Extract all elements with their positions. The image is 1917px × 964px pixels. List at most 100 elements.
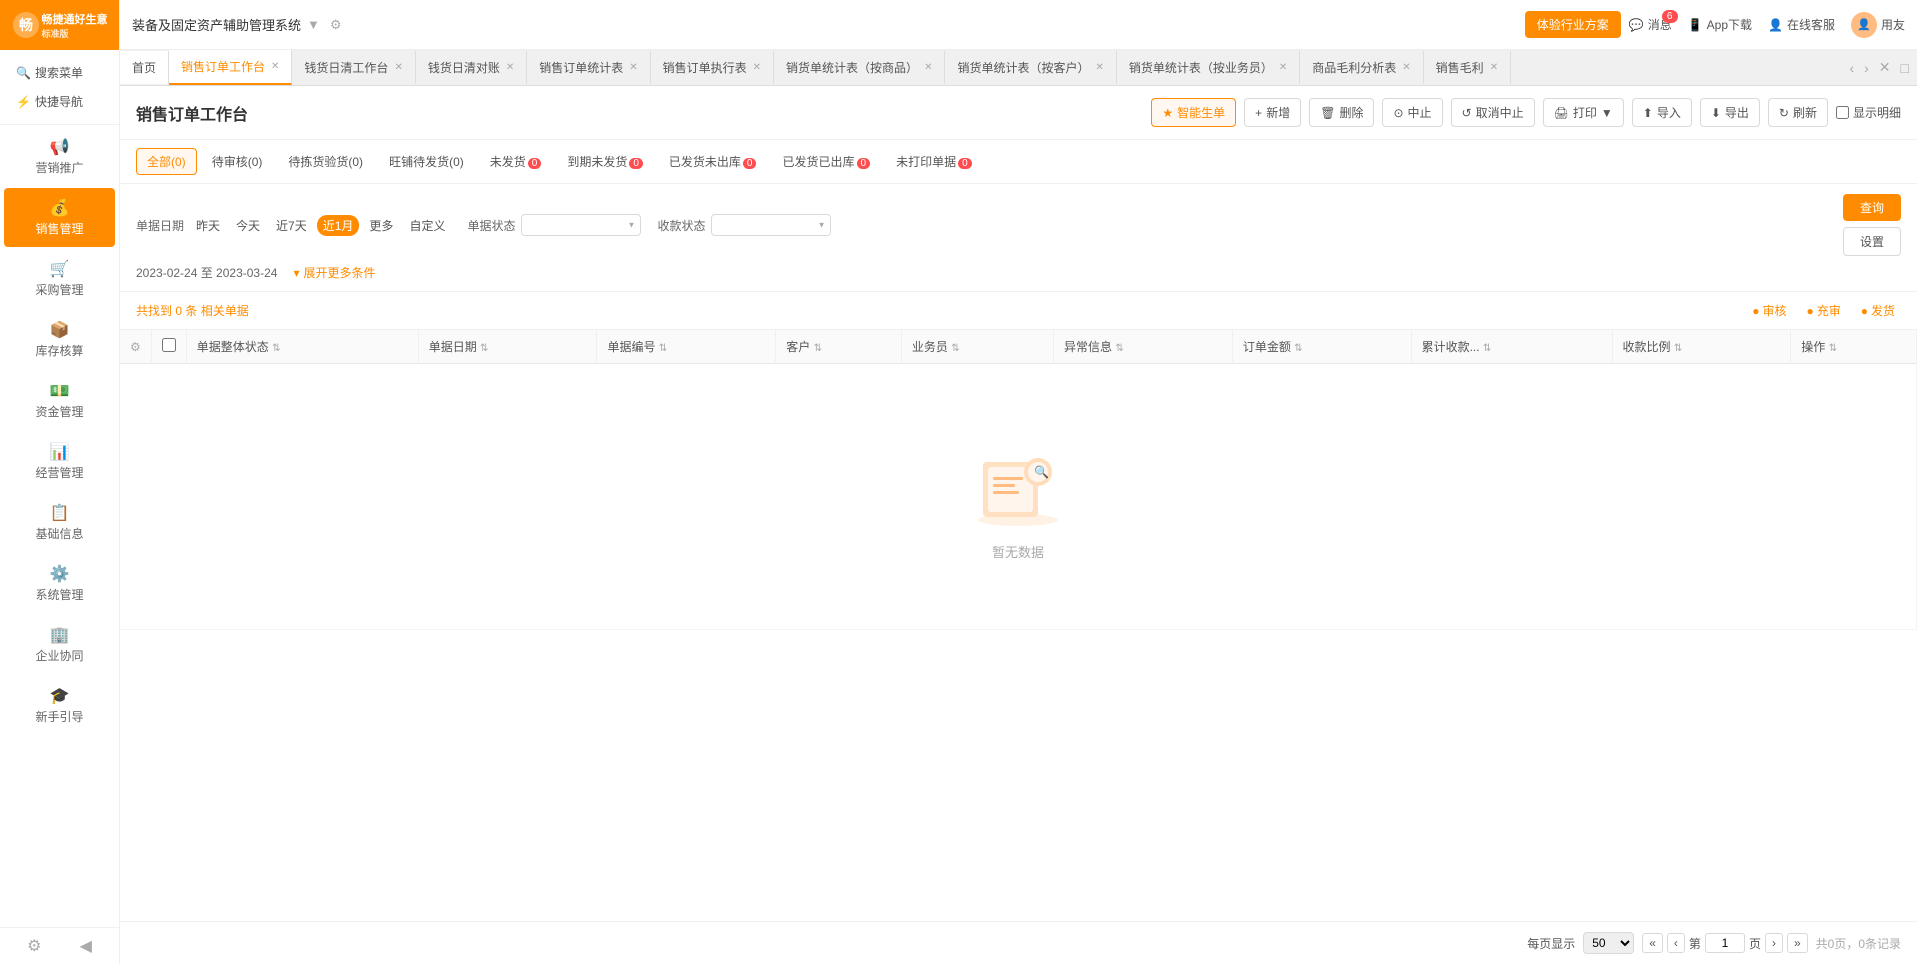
search-menu-item[interactable]: 🔍 搜索菜单 — [8, 58, 111, 87]
print-button[interactable]: 🖨 打印 ▼ — [1543, 98, 1624, 127]
smart-generate-button[interactable]: ★ 智能生单 — [1151, 98, 1236, 127]
tab-close-product-margin[interactable]: ✕ — [1402, 62, 1410, 73]
date-option-更多[interactable]: 更多 — [363, 215, 399, 236]
sort-icon-operation[interactable]: ⇅ — [1829, 343, 1837, 354]
tab-close-all-button[interactable]: ✕ — [1875, 57, 1895, 78]
page-size-select[interactable]: 102050100 — [1583, 932, 1634, 954]
tab-cash-daily-workspace[interactable]: 钱货日清工作台✕ — [292, 51, 415, 84]
tab-cash-daily-account[interactable]: 钱货日清对账✕ — [416, 51, 527, 84]
ship-button[interactable]: ● 发货 — [1855, 300, 1901, 321]
sidebar-item-operation[interactable]: 📊经营管理 — [4, 432, 115, 491]
subtab-all[interactable]: 全部(0) — [136, 148, 197, 175]
column-settings-icon[interactable]: ⚙ — [130, 340, 141, 354]
subtab-not-shipped[interactable]: 未发货0 — [479, 148, 553, 175]
first-page-button[interactable]: « — [1642, 933, 1663, 953]
tab-prev-button[interactable]: ‹ — [1845, 58, 1858, 78]
settings-icon[interactable]: ⚙ — [27, 936, 41, 956]
tab-close-cash-daily-workspace[interactable]: ✕ — [394, 62, 402, 73]
tab-close-sales-order-exec[interactable]: ✕ — [753, 62, 761, 73]
show-detail-label[interactable]: 显示明细 — [1836, 104, 1901, 121]
date-option-今天[interactable]: 今天 — [230, 215, 266, 236]
date-option-近7天[interactable]: 近7天 — [270, 215, 313, 236]
subtab-shipped-out[interactable]: 已发货已出库0 — [771, 148, 881, 175]
tab-close-sales-stats-product[interactable]: ✕ — [924, 62, 932, 73]
topbar-dropdown-icon[interactable]: ▼ — [307, 17, 320, 32]
tab-next-button[interactable]: › — [1860, 58, 1873, 78]
status-select[interactable] — [521, 214, 641, 236]
payment-select[interactable] — [711, 214, 831, 236]
set-button[interactable]: 设置 — [1843, 227, 1901, 256]
tab-sales-profit[interactable]: 销售毛利✕ — [1424, 51, 1511, 84]
sidebar-item-sales[interactable]: 💰销售管理 — [4, 188, 115, 247]
sidebar-item-marketing[interactable]: 📢营销推广 — [4, 127, 115, 186]
online-service-item[interactable]: 👤 在线客服 — [1768, 16, 1835, 33]
tab-sales-order-stats[interactable]: 销售订单统计表✕ — [527, 51, 650, 84]
sort-icon-customer[interactable]: ⇅ — [814, 343, 822, 354]
audit-button[interactable]: ● 审核 — [1746, 300, 1792, 321]
tab-close-sales-order-workspace[interactable]: ✕ — [271, 61, 279, 72]
subtab-expired-not-shipped[interactable]: 到期未发货0 — [556, 148, 654, 175]
tab-close-sales-stats-staff[interactable]: ✕ — [1279, 62, 1287, 73]
subtab-shipped-not-out[interactable]: 已发货未出库0 — [658, 148, 768, 175]
stop-button[interactable]: ⊙ 中止 — [1382, 98, 1442, 127]
subtab-not-printed[interactable]: 未打印单据0 — [885, 148, 983, 175]
sort-icon-number[interactable]: ⇅ — [659, 343, 667, 354]
sort-icon-date[interactable]: ⇅ — [480, 343, 488, 354]
sidebar-item-inventory[interactable]: 📦库存核算 — [4, 310, 115, 369]
show-detail-checkbox[interactable] — [1836, 106, 1849, 119]
page-number-input[interactable] — [1705, 933, 1745, 953]
revoke-audit-button[interactable]: ● 充审 — [1800, 300, 1846, 321]
select-all-checkbox[interactable] — [162, 338, 176, 352]
subtab-wangpu-pending[interactable]: 旺铺待发货(0) — [378, 148, 475, 175]
quick-nav-item[interactable]: ⚡ 快捷导航 — [8, 87, 111, 116]
tab-sales-order-exec[interactable]: 销售订单执行表✕ — [651, 51, 774, 84]
last-page-button[interactable]: » — [1787, 933, 1808, 953]
sort-icon-received[interactable]: ⇅ — [1483, 343, 1491, 354]
date-option-自定义[interactable]: 自定义 — [403, 215, 451, 236]
message-icon-item[interactable]: 💬 6 消息 — [1629, 16, 1672, 33]
tab-sales-order-workspace[interactable]: 销售订单工作台✕ — [169, 50, 292, 85]
sort-icon-ratio[interactable]: ⇅ — [1674, 343, 1682, 354]
tab-home[interactable]: 首页 — [120, 51, 169, 84]
topbar-gear-icon[interactable]: ⚙ — [330, 17, 342, 33]
tab-close-sales-profit[interactable]: ✕ — [1490, 62, 1498, 73]
export-button[interactable]: ⬇ 导出 — [1700, 98, 1760, 127]
tab-close-sales-stats-customer[interactable]: ✕ — [1095, 62, 1103, 73]
tab-product-margin[interactable]: 商品毛利分析表✕ — [1300, 51, 1423, 84]
tab-close-cash-daily-account[interactable]: ✕ — [506, 62, 514, 73]
tab-close-sales-order-stats[interactable]: ✕ — [629, 62, 637, 73]
col-header-checkbox — [151, 330, 186, 364]
expand-filters-button[interactable]: ▾ 展开更多条件 — [293, 264, 375, 281]
sidebar-item-newbie[interactable]: 🎓新手引导 — [4, 676, 115, 735]
industry-solution-button[interactable]: 体验行业方案 — [1525, 11, 1621, 38]
sort-icon-status[interactable]: ⇅ — [272, 343, 280, 354]
sidebar-item-enterprise[interactable]: 🏢企业协同 — [4, 615, 115, 674]
sort-icon-staff[interactable]: ⇅ — [951, 343, 959, 354]
tab-sales-stats-product[interactable]: 销货单统计表（按商品）✕ — [774, 51, 945, 84]
app-download-item[interactable]: 📱 App下载 — [1688, 16, 1752, 33]
user-item[interactable]: 👤 用友 — [1851, 12, 1905, 38]
delete-button[interactable]: 🗑 删除 — [1309, 98, 1374, 127]
new-button[interactable]: + 新增 — [1244, 98, 1301, 127]
query-button[interactable]: 查询 — [1843, 194, 1901, 221]
tab-maximize-button[interactable]: □ — [1897, 58, 1913, 78]
sort-icon-amount[interactable]: ⇅ — [1294, 343, 1302, 354]
subtab-pending-review[interactable]: 待审核(0) — [201, 148, 274, 175]
tab-sales-stats-customer[interactable]: 销货单统计表（按客户）✕ — [945, 51, 1116, 84]
cancel-stop-button[interactable]: ↺ 取消中止 — [1451, 98, 1535, 127]
date-option-近1月[interactable]: 近1月 — [317, 215, 360, 236]
sort-icon-exception[interactable]: ⇅ — [1115, 343, 1123, 354]
sidebar-item-purchase[interactable]: 🛒采购管理 — [4, 249, 115, 308]
sidebar-item-basic[interactable]: 📋基础信息 — [4, 493, 115, 552]
header-actions: ★ 智能生单 + 新增 🗑 删除 ⊙ 中止 ↺ 取消中止 — [1151, 98, 1901, 127]
collapse-icon[interactable]: ◀ — [80, 936, 92, 956]
subtab-pending-inspect[interactable]: 待拣货验货(0) — [277, 148, 374, 175]
sidebar-item-finance[interactable]: 💵资金管理 — [4, 371, 115, 430]
prev-page-button[interactable]: ‹ — [1667, 933, 1685, 953]
import-button[interactable]: ⬆ 导入 — [1632, 98, 1692, 127]
tab-sales-stats-staff[interactable]: 销货单统计表（按业务员）✕ — [1117, 51, 1300, 84]
next-page-button[interactable]: › — [1765, 933, 1783, 953]
refresh-button[interactable]: ↻ 刷新 — [1768, 98, 1828, 127]
date-option-昨天[interactable]: 昨天 — [190, 215, 226, 236]
sidebar-item-system[interactable]: ⚙️系统管理 — [4, 554, 115, 613]
